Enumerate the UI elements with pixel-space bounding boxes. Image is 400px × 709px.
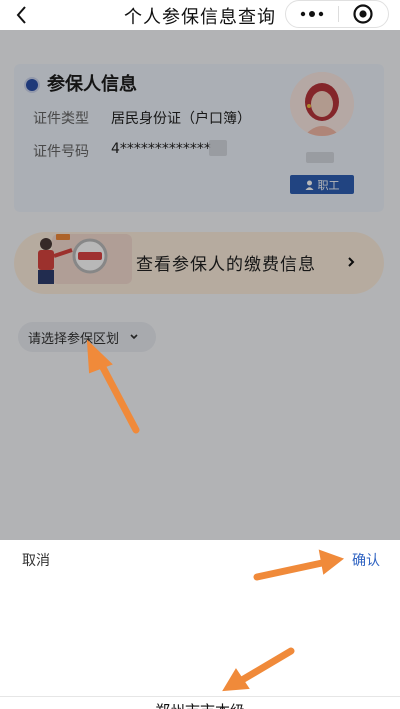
modal-overlay[interactable] <box>0 30 400 540</box>
mini-program-capsule <box>285 0 389 28</box>
picker-option-selected[interactable]: 郑州市市本级 <box>0 700 400 709</box>
more-button[interactable] <box>286 1 338 27</box>
close-button[interactable] <box>338 1 388 27</box>
picker-selection-line <box>0 696 400 697</box>
target-close-icon <box>353 4 373 24</box>
confirm-button[interactable]: 确认 <box>352 550 380 570</box>
cancel-button[interactable]: 取消 <box>22 550 50 570</box>
top-navbar: 个人参保信息查询 <box>0 0 400 30</box>
more-dots-icon <box>300 11 323 17</box>
region-picker-sheet: 取消 确认 郑州市市本级 <box>0 540 400 709</box>
